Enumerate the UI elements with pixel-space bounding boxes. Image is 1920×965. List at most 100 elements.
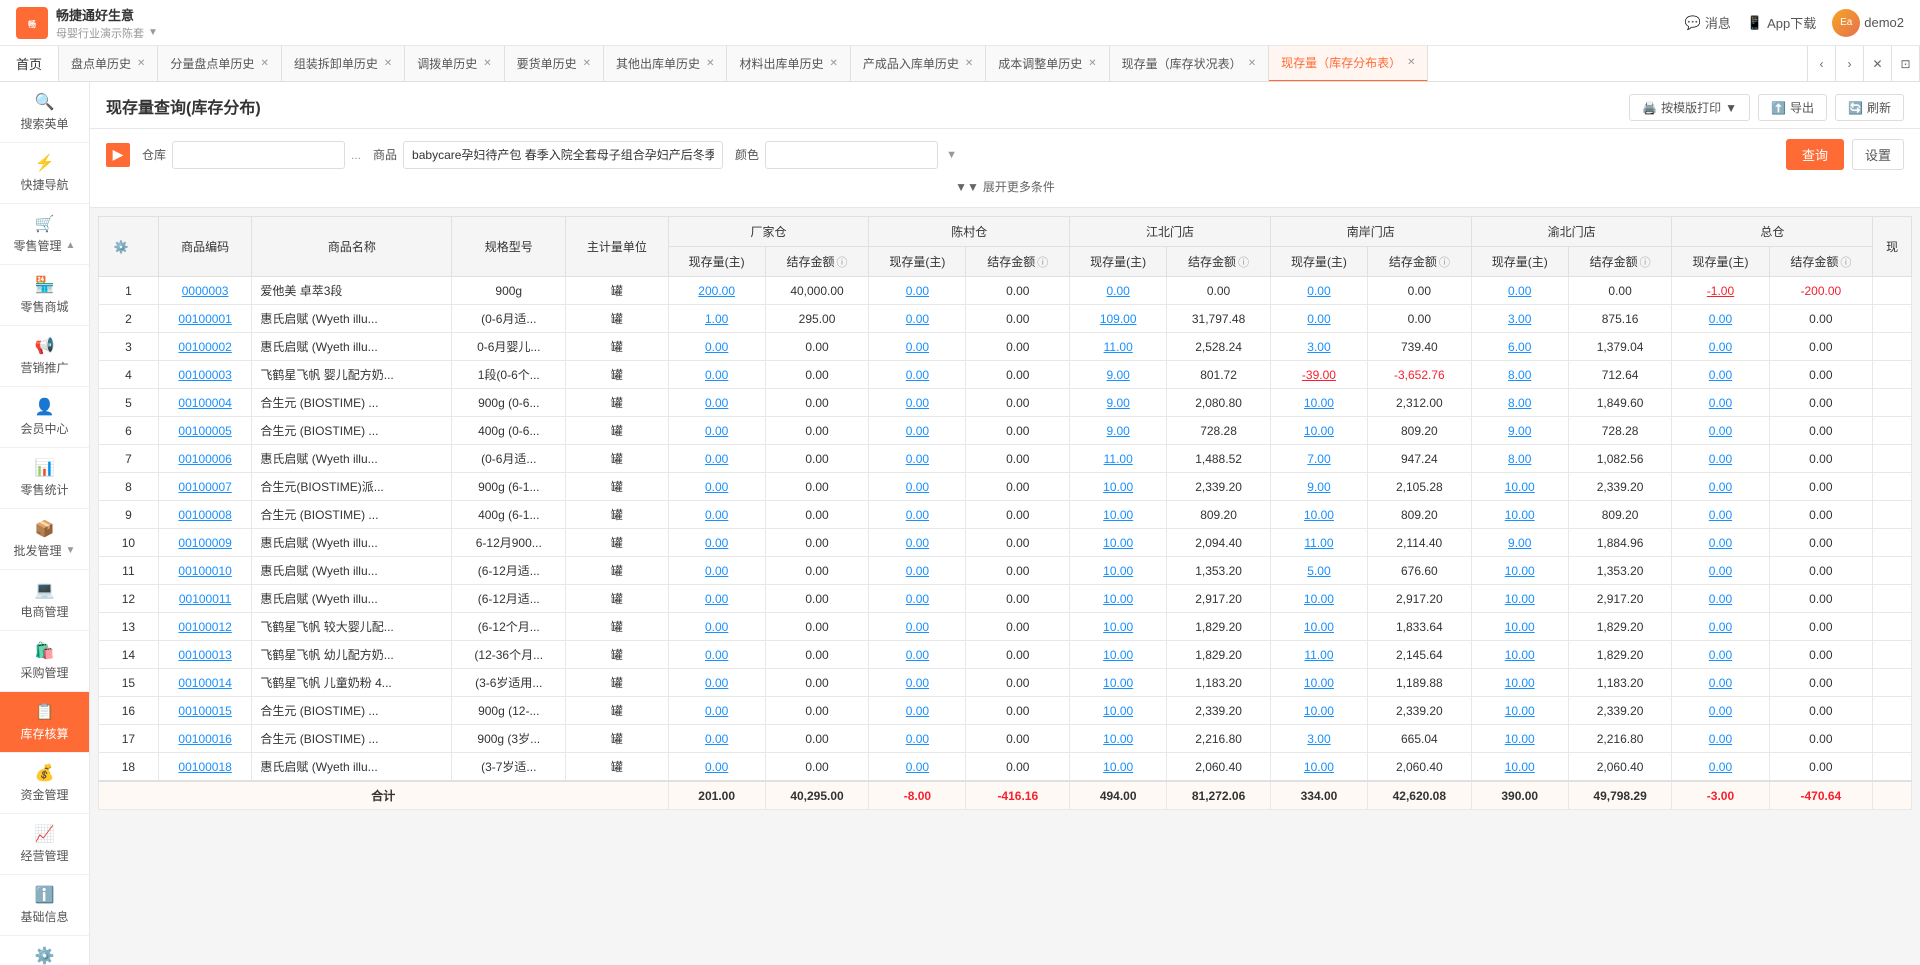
table-cell[interactable]: 0.00 xyxy=(668,529,765,557)
table-cell[interactable]: 0.00 xyxy=(869,697,966,725)
table-cell[interactable]: 10.00 xyxy=(1070,697,1167,725)
table-cell[interactable]: 0.00 xyxy=(668,361,765,389)
table-cell[interactable]: 10.00 xyxy=(1471,613,1568,641)
table-cell[interactable]: 00100007 xyxy=(158,473,252,501)
table-cell[interactable]: 0.00 xyxy=(668,501,765,529)
table-cell[interactable]: 10.00 xyxy=(1070,613,1167,641)
table-cell[interactable]: 10.00 xyxy=(1270,697,1367,725)
table-cell[interactable]: 0.00 xyxy=(668,753,765,782)
table-cell[interactable]: 0.00 xyxy=(668,697,765,725)
table-cell[interactable]: 0.00 xyxy=(1672,333,1769,361)
table-cell[interactable]: 0.00 xyxy=(869,389,966,417)
table-cell[interactable]: 0.00 xyxy=(869,613,966,641)
table-cell[interactable]: 10.00 xyxy=(1471,641,1568,669)
export-btn[interactable]: ⬆️ 导出 xyxy=(1758,94,1827,121)
table-cell[interactable]: 0.00 xyxy=(869,361,966,389)
table-cell[interactable]: 00100018 xyxy=(158,753,252,782)
nav-close[interactable]: ✕ xyxy=(1864,46,1892,82)
table-cell[interactable]: 00100011 xyxy=(158,585,252,613)
table-cell[interactable]: 109.00 xyxy=(1070,305,1167,333)
table-cell[interactable]: 00100001 xyxy=(158,305,252,333)
tab-8[interactable]: 产成品入库单历史 ✕ xyxy=(851,46,986,82)
table-cell[interactable]: 3.00 xyxy=(1471,305,1568,333)
subtitle-dropdown-icon[interactable]: ▼ xyxy=(148,27,158,38)
sidebar-item-retail-mall[interactable]: 🏪 零售商城 xyxy=(0,265,89,326)
table-cell[interactable]: 10.00 xyxy=(1471,669,1568,697)
table-cell[interactable]: 0.00 xyxy=(668,417,765,445)
table-cell[interactable]: 10.00 xyxy=(1471,697,1568,725)
table-cell[interactable]: 0.00 xyxy=(869,277,966,305)
sidebar-item-nav[interactable]: ⚡ 快捷导航 xyxy=(0,143,89,204)
sidebar-item-system[interactable]: ⚙️ 系统管理 xyxy=(0,936,89,965)
table-cell[interactable]: 0.00 xyxy=(869,641,966,669)
goods-input[interactable] xyxy=(403,141,723,169)
tab-11[interactable]: 现存量（库存分布表） ✕ xyxy=(1269,46,1428,82)
table-cell[interactable]: 10.00 xyxy=(1471,473,1568,501)
table-cell[interactable]: 0.00 xyxy=(869,473,966,501)
tab-home[interactable]: 首页 xyxy=(0,46,59,82)
table-cell[interactable]: 10.00 xyxy=(1070,557,1167,585)
table-cell[interactable]: 10.00 xyxy=(1070,641,1167,669)
table-cell[interactable]: 0.00 xyxy=(1672,529,1769,557)
nanan-info-icon[interactable]: ⓘ xyxy=(1439,257,1450,269)
tab-11-close[interactable]: ✕ xyxy=(1407,57,1415,68)
table-cell[interactable]: 3.00 xyxy=(1270,725,1367,753)
tab-1-close[interactable]: ✕ xyxy=(137,58,145,69)
tab-3-close[interactable]: ✕ xyxy=(384,58,392,69)
table-cell[interactable]: 200.00 xyxy=(668,277,765,305)
tab-4-close[interactable]: ✕ xyxy=(483,58,491,69)
chanjia-info-icon[interactable]: ⓘ xyxy=(837,257,848,269)
table-cell[interactable]: 0.00 xyxy=(1070,277,1167,305)
table-cell[interactable]: 6.00 xyxy=(1471,333,1568,361)
table-cell[interactable]: 10.00 xyxy=(1471,725,1568,753)
table-cell[interactable]: 0.00 xyxy=(1471,277,1568,305)
table-cell[interactable]: 0.00 xyxy=(1672,641,1769,669)
table-cell[interactable]: 10.00 xyxy=(1471,557,1568,585)
setting-btn[interactable]: 设置 xyxy=(1852,139,1904,170)
table-cell[interactable]: 0.00 xyxy=(869,501,966,529)
tab-6[interactable]: 其他出库单历史 ✕ xyxy=(604,46,727,82)
table-cell[interactable]: 0.00 xyxy=(869,417,966,445)
table-cell[interactable]: 0.00 xyxy=(668,333,765,361)
table-cell[interactable]: 11.00 xyxy=(1070,333,1167,361)
sidebar-item-inventory[interactable]: 📋 库存核算 xyxy=(0,692,89,753)
table-cell[interactable]: 9.00 xyxy=(1070,389,1167,417)
tab-2[interactable]: 分量盘点单历史 ✕ xyxy=(158,46,281,82)
table-cell[interactable]: 5.00 xyxy=(1270,557,1367,585)
table-cell[interactable]: 00100012 xyxy=(158,613,252,641)
table-cell[interactable]: 8.00 xyxy=(1471,389,1568,417)
table-cell[interactable]: 0.00 xyxy=(668,389,765,417)
refresh-btn[interactable]: 🔄 刷新 xyxy=(1835,94,1904,121)
table-cell[interactable]: 9.00 xyxy=(1471,529,1568,557)
table-cell[interactable]: 0.00 xyxy=(668,585,765,613)
table-cell[interactable]: 0.00 xyxy=(1270,277,1367,305)
tab-7[interactable]: 材料出库单历史 ✕ xyxy=(727,46,850,82)
table-cell[interactable]: 0000003 xyxy=(158,277,252,305)
chen-info-icon[interactable]: ⓘ xyxy=(1037,257,1048,269)
warehouse-input[interactable] xyxy=(172,141,345,169)
table-cell[interactable]: 0.00 xyxy=(1672,305,1769,333)
tab-9-close[interactable]: ✕ xyxy=(1088,58,1096,69)
table-cell[interactable]: 11.00 xyxy=(1270,641,1367,669)
table-cell[interactable]: 00100016 xyxy=(158,725,252,753)
table-cell[interactable]: 0.00 xyxy=(1672,501,1769,529)
expand-more-btn[interactable]: ▼▼ 展开更多条件 xyxy=(106,176,1904,197)
table-cell[interactable]: 8.00 xyxy=(1471,361,1568,389)
table-cell[interactable]: 0.00 xyxy=(1672,697,1769,725)
table-cell[interactable]: 3.00 xyxy=(1270,333,1367,361)
app-download-btn[interactable]: 📱 App下载 xyxy=(1747,13,1816,32)
table-cell[interactable]: 0.00 xyxy=(1672,669,1769,697)
table-cell[interactable]: 9.00 xyxy=(1070,361,1167,389)
table-cell[interactable]: 0.00 xyxy=(668,641,765,669)
table-cell[interactable]: 0.00 xyxy=(1672,389,1769,417)
sidebar-item-ecommerce[interactable]: 💻 电商管理 xyxy=(0,570,89,631)
table-cell[interactable]: 0.00 xyxy=(1672,725,1769,753)
sidebar-item-wholesale[interactable]: 📦 批发管理 ▼ xyxy=(0,509,89,570)
table-cell[interactable]: 10.00 xyxy=(1070,725,1167,753)
table-cell[interactable]: 1.00 xyxy=(668,305,765,333)
nav-next[interactable]: › xyxy=(1836,46,1864,82)
table-cell[interactable]: 10.00 xyxy=(1070,529,1167,557)
table-cell[interactable]: 0.00 xyxy=(869,333,966,361)
message-btn[interactable]: 💬 消息 xyxy=(1685,13,1731,32)
table-cell[interactable]: 0.00 xyxy=(869,305,966,333)
